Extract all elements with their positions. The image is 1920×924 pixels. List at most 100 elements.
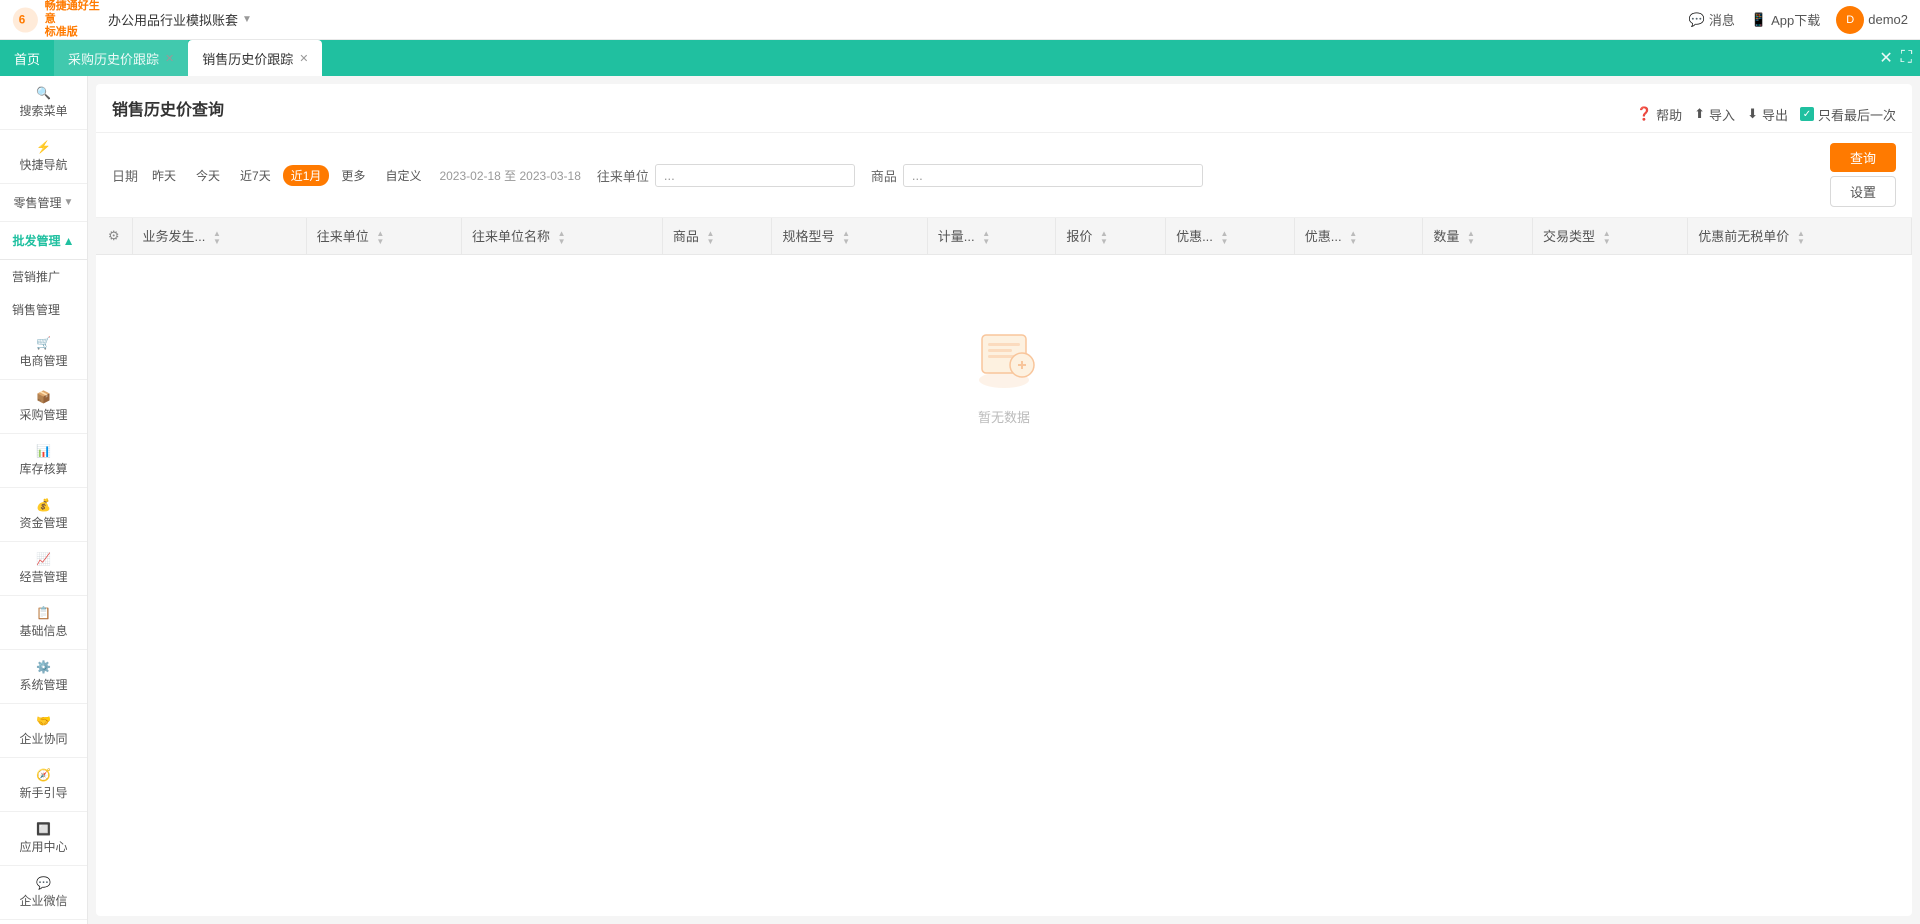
close-window-icon[interactable]: ✕ (1879, 48, 1892, 68)
import-button[interactable]: ⬆ 导入 (1694, 105, 1735, 124)
page-header: 销售历史价查询 ❓ 帮助 ⬆ 导入 ⬇ 导出 (96, 84, 1912, 133)
sidebar-item-enterprise[interactable]: 🤝 企业协同 (0, 704, 87, 758)
sidebar: 🔍 搜索菜单 ⚡ 快捷导航 零售管理 ▼ 批发管理 ▲ 营销推广 销售管理 🛒 … (0, 76, 88, 924)
tab-sales-history[interactable]: 销售历史价跟踪 ✕ (188, 40, 322, 76)
th-discount2: 优惠... ▲▼ (1294, 218, 1423, 254)
sidebar-item-system[interactable]: ⚙️ 系统管理 (0, 650, 87, 704)
retail-chevron-icon: ▼ (64, 197, 74, 208)
gear-settings-icon[interactable]: ⚙ (108, 228, 120, 243)
sidebar-item-quick-nav[interactable]: ⚡ 快捷导航 (0, 130, 87, 184)
message-button[interactable]: 💬 消息 (1689, 10, 1735, 29)
date-btn-today[interactable]: 今天 (188, 165, 228, 186)
tab-home[interactable]: 首页 (0, 40, 54, 76)
product-filter-group: 商品 ... (871, 164, 1203, 187)
sidebar-item-ecommerce[interactable]: 🛒 电商管理 (0, 326, 87, 380)
product-input[interactable]: ... (903, 164, 1203, 187)
empty-state: 暂无数据 (96, 255, 1912, 486)
date-btn-yesterday[interactable]: 昨天 (144, 165, 184, 186)
basic-info-icon: 📋 (36, 606, 51, 620)
date-btn-custom[interactable]: 自定义 (377, 165, 429, 186)
sidebar-item-operations[interactable]: 📈 经营管理 (0, 542, 87, 596)
logo-area: 6 畅捷通好生意 标准版 (12, 0, 100, 39)
export-button[interactable]: ⬇ 导出 (1747, 105, 1788, 124)
date-label: 日期 (112, 166, 138, 185)
sidebar-item-wholesale-mgmt[interactable]: 批发管理 ▲ (0, 222, 87, 260)
purchase-icon: 📦 (36, 390, 51, 404)
sidebar-item-purchase[interactable]: 📦 采购管理 (0, 380, 87, 434)
th-spec: 规格型号 ▲▼ (772, 218, 927, 254)
th-partner-name: 往来单位名称 ▲▼ (461, 218, 662, 254)
finance-icon: 💰 (36, 498, 51, 512)
date-range-display: 2023-02-18 至 2023-03-18 (439, 167, 580, 184)
sort-product-icon[interactable]: ▲▼ (706, 230, 714, 246)
export-icon: ⬇ (1747, 106, 1758, 122)
tab-sales-close-icon[interactable]: ✕ (299, 52, 308, 65)
system-icon: ⚙️ (36, 660, 51, 674)
date-btn-7days[interactable]: 近7天 (232, 165, 279, 186)
sidebar-item-basic-info[interactable]: 📋 基础信息 (0, 596, 87, 650)
search-icon: 🔍 (36, 86, 51, 100)
maximize-window-icon[interactable]: ⛶ (1901, 49, 1912, 67)
content-area: 销售历史价查询 ❓ 帮助 ⬆ 导入 ⬇ 导出 (88, 76, 1920, 924)
partner-filter-group: 往来单位 ... (597, 164, 855, 187)
sidebar-item-finance[interactable]: 💰 资金管理 (0, 488, 87, 542)
tab-purchase-history[interactable]: 采购历史价跟踪 ✕ (54, 40, 188, 76)
wechat-icon: 💬 (36, 876, 51, 890)
tab-purchase-close-icon[interactable]: ✕ (165, 52, 174, 65)
th-biz-date: 业务发生... ▲▼ (132, 218, 306, 254)
sort-partner-name-icon[interactable]: ▲▼ (558, 230, 566, 246)
date-btn-more[interactable]: 更多 (333, 165, 373, 186)
user-avatar[interactable]: D demo2 (1836, 6, 1908, 34)
partner-input[interactable]: ... (655, 164, 855, 187)
sidebar-item-marketing[interactable]: 营销推广 (0, 260, 87, 293)
operations-icon: 📈 (36, 552, 51, 566)
import-icon: ⬆ (1694, 106, 1705, 122)
sort-partner-code-icon[interactable]: ▲▼ (376, 230, 384, 246)
sidebar-item-vip[interactable]: 👑 畅会员 (0, 920, 87, 924)
only-last-checkbox[interactable]: ✓ 只看最后一次 (1800, 105, 1896, 124)
sort-discount2-icon[interactable]: ▲▼ (1349, 230, 1357, 246)
th-product: 商品 ▲▼ (662, 218, 772, 254)
sort-unit-icon[interactable]: ▲▼ (982, 230, 990, 246)
ecommerce-icon: 🛒 (36, 336, 51, 350)
settings-button[interactable]: 设置 (1830, 176, 1896, 207)
sort-spec-icon[interactable]: ▲▼ (842, 230, 850, 246)
help-icon: ❓ (1636, 106, 1652, 122)
query-button[interactable]: 查询 (1830, 143, 1896, 172)
table-container: ⚙ 业务发生... ▲▼ 往来单位 ▲▼ 往来单位名称 (96, 218, 1912, 916)
th-qty: 数量 ▲▼ (1423, 218, 1533, 254)
sidebar-item-inventory[interactable]: 📊 库存核算 (0, 434, 87, 488)
sort-biz-date-icon[interactable]: ▲▼ (213, 230, 221, 246)
sort-pretax-price-icon[interactable]: ▲▼ (1797, 230, 1805, 246)
sidebar-item-sales-mgmt[interactable]: 销售管理 (0, 293, 87, 326)
sidebar-item-app-center[interactable]: 🔲 应用中心 (0, 812, 87, 866)
sidebar-item-wechat[interactable]: 💬 企业微信 (0, 866, 87, 920)
sidebar-item-guide[interactable]: 🧭 新手引导 (0, 758, 87, 812)
empty-state-icon (964, 315, 1044, 395)
app-download-button[interactable]: 📱 App下载 (1751, 10, 1820, 29)
message-icon: 💬 (1689, 12, 1705, 28)
guide-icon: 🧭 (36, 768, 51, 782)
sidebar-item-search-menu[interactable]: 🔍 搜索菜单 (0, 76, 87, 130)
th-unit: 计量... ▲▼ (927, 218, 1056, 254)
sidebar-item-retail-mgmt[interactable]: 零售管理 ▼ (0, 184, 87, 222)
app-icon: 📱 (1751, 12, 1767, 28)
filter-buttons: 查询 设置 (1830, 143, 1896, 207)
svg-text:6: 6 (19, 13, 26, 26)
logo-icon: 6 (12, 4, 39, 36)
help-button[interactable]: ❓ 帮助 (1636, 105, 1682, 124)
page-title-row: 销售历史价查询 ❓ 帮助 ⬆ 导入 ⬇ 导出 (112, 96, 1896, 132)
workspace-selector[interactable]: 办公用品行业模拟账套 ▼ (108, 10, 252, 29)
th-partner-code: 往来单位 ▲▼ (306, 218, 461, 254)
date-btn-1month[interactable]: 近1月 (283, 165, 330, 186)
sort-discount1-icon[interactable]: ▲▼ (1221, 230, 1229, 246)
th-pretax-price: 优惠前无税单价 ▲▼ (1688, 218, 1912, 254)
sort-quote-icon[interactable]: ▲▼ (1100, 230, 1108, 246)
date-range-selector: 昨天 今天 近7天 近1月 更多 自定义 (144, 165, 429, 186)
sort-trade-type-icon[interactable]: ▲▼ (1603, 230, 1611, 246)
sort-qty-icon[interactable]: ▲▼ (1467, 230, 1475, 246)
th-gear: ⚙ (96, 218, 132, 254)
page-actions: ❓ 帮助 ⬆ 导入 ⬇ 导出 ✓ 只看最后一次 (1636, 105, 1896, 124)
main-layout: 🔍 搜索菜单 ⚡ 快捷导航 零售管理 ▼ 批发管理 ▲ 营销推广 销售管理 🛒 … (0, 76, 1920, 924)
nav-icon: ⚡ (36, 140, 51, 154)
